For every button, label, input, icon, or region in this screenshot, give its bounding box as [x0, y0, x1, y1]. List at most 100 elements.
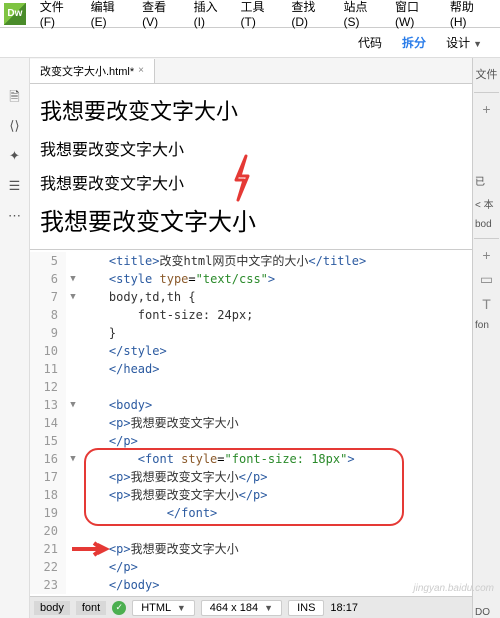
code-line[interactable]: 19 </font> [30, 504, 472, 522]
right-label-5: DO [473, 607, 500, 618]
code-line[interactable]: 9 } [30, 324, 472, 342]
tab-close-icon[interactable]: × [138, 65, 144, 76]
text-icon[interactable]: T [482, 296, 491, 312]
code-line[interactable]: 12 [30, 378, 472, 396]
right-label-2: < 本 [473, 196, 500, 211]
line-number: 9 [30, 324, 66, 342]
fold-icon[interactable]: ▼ [66, 396, 80, 414]
breadcrumb-font[interactable]: font [76, 601, 106, 615]
line-number: 23 [30, 576, 66, 594]
right-title-files[interactable]: 文件 [474, 64, 500, 84]
lightning-annotation-icon [230, 154, 258, 202]
menu-insert[interactable]: 插入(I) [188, 0, 235, 33]
wand-icon[interactable]: ✦ [6, 148, 24, 164]
line-number: 10 [30, 342, 66, 360]
fold-icon[interactable]: ▼ [66, 288, 80, 306]
code-text: <style type="text/css"> [80, 270, 472, 288]
line-number: 19 [30, 504, 66, 522]
document-tab[interactable]: 改变文字大小.html* × [30, 59, 155, 83]
app-logo: Dw [4, 3, 26, 25]
menu-site[interactable]: 站点(S) [338, 0, 390, 33]
code-text: </p> [80, 432, 472, 450]
watermark: jingyan.baidu.com [413, 583, 494, 594]
view-design-button[interactable]: 设计▼ [436, 30, 492, 55]
line-number: 20 [30, 522, 66, 540]
code-text: <p>我想要改变文字大小 [80, 540, 472, 558]
line-number: 16 [30, 450, 66, 468]
line-number: 22 [30, 558, 66, 576]
menu-tools[interactable]: 工具(T) [235, 0, 286, 33]
menubar: Dw 文件(F) 编辑(E) 查看(V) 插入(I) 工具(T) 查找(D) 站… [0, 0, 500, 28]
line-number: 7 [30, 288, 66, 306]
right-panel: 文件 + 已 < 本 bod + ▭ T fon DO [472, 58, 500, 618]
status-lang-select[interactable]: HTML ▼ [132, 600, 195, 616]
preview-pane[interactable]: 我想要改变文字大小 我想要改变文字大小 我想要改变文字大小 我想要改变文字大小 [30, 84, 472, 250]
code-text: </style> [80, 342, 472, 360]
code-line[interactable]: 18 <p>我想要改变文字大小</p> [30, 486, 472, 504]
code-text: <p>我想要改变文字大小</p> [80, 468, 472, 486]
code-line[interactable]: 21 <p>我想要改变文字大小 [30, 540, 472, 558]
code-text: <p>我想要改变文字大小 [80, 414, 472, 432]
menu-window[interactable]: 窗口(W) [389, 0, 444, 33]
brackets-icon[interactable]: ⟨⟩ [6, 118, 24, 134]
doc-icon[interactable]: ▭ [480, 271, 493, 288]
code-line[interactable]: 16▼ <font style="font-size: 18px"> [30, 450, 472, 468]
code-text: </p> [80, 558, 472, 576]
code-text: </head> [80, 360, 472, 378]
fold-icon[interactable]: ▼ [66, 450, 80, 468]
status-size[interactable]: 464 x 184 ▼ [201, 600, 282, 616]
line-number: 6 [30, 270, 66, 288]
menu-help[interactable]: 帮助(H) [444, 0, 496, 33]
more-icon[interactable]: ⋯ [6, 208, 24, 224]
plus-icon-2[interactable]: + [482, 247, 490, 263]
preview-line-1: 我想要改变文字大小 [40, 94, 462, 126]
line-number: 8 [30, 306, 66, 324]
preview-line-4: 我想要改变文字大小 [40, 202, 462, 237]
line-number: 11 [30, 360, 66, 378]
line-number: 17 [30, 468, 66, 486]
code-text: </font> [80, 504, 472, 522]
view-split-button[interactable]: 拆分 [392, 30, 436, 55]
line-number: 15 [30, 432, 66, 450]
line-number: 18 [30, 486, 66, 504]
fold-icon[interactable]: ▼ [66, 270, 80, 288]
code-text: <title>改变html网页中文字的大小</title> [80, 252, 472, 270]
code-line[interactable]: 20 [30, 522, 472, 540]
code-line[interactable]: 10 </style> [30, 342, 472, 360]
file-icon[interactable]: 🗎 [6, 88, 24, 104]
menu-icon[interactable]: ☰ [6, 178, 24, 194]
right-label-3: bod [473, 219, 500, 230]
line-number: 14 [30, 414, 66, 432]
code-line[interactable]: 13▼ <body> [30, 396, 472, 414]
code-line[interactable]: 6▼ <style type="text/css"> [30, 270, 472, 288]
code-line[interactable]: 5 <title>改变html网页中文字的大小</title> [30, 252, 472, 270]
right-label-4: fon [473, 320, 500, 331]
plus-icon[interactable]: + [482, 101, 490, 117]
breadcrumb-body[interactable]: body [34, 601, 70, 615]
view-design-label: 设计 [446, 36, 470, 50]
menu-find[interactable]: 查找(D) [285, 0, 337, 33]
status-cursor-pos: 18:17 [330, 602, 358, 614]
code-line[interactable]: 8 font-size: 24px; [30, 306, 472, 324]
code-line[interactable]: 17 <p>我想要改变文字大小</p> [30, 468, 472, 486]
menu-view[interactable]: 查看(V) [136, 0, 188, 33]
code-text: font-size: 24px; [80, 306, 472, 324]
code-line[interactable]: 7▼ body,td,th { [30, 288, 472, 306]
code-pane[interactable]: 5 <title>改变html网页中文字的大小</title>6▼ <style… [30, 250, 472, 618]
code-line[interactable]: 15 </p> [30, 432, 472, 450]
menu-edit[interactable]: 编辑(E) [85, 0, 137, 33]
line-number: 13 [30, 396, 66, 414]
line-number: 5 [30, 252, 66, 270]
code-line[interactable]: 11 </head> [30, 360, 472, 378]
line-number: 21 [30, 540, 66, 558]
code-line[interactable]: 22 </p> [30, 558, 472, 576]
code-line[interactable]: 23 </body> [30, 576, 472, 594]
status-bar: body font ✓ HTML ▼ 464 x 184 ▼ INS 18:17 [30, 596, 472, 618]
view-code-button[interactable]: 代码 [348, 30, 392, 55]
menu-file[interactable]: 文件(F) [34, 0, 85, 33]
code-line[interactable]: 14 <p>我想要改变文字大小 [30, 414, 472, 432]
right-label-1: 已 [473, 173, 500, 188]
status-ok-icon[interactable]: ✓ [112, 601, 126, 615]
status-ins[interactable]: INS [288, 600, 324, 616]
tab-filename: 改变文字大小.html* [40, 63, 134, 79]
